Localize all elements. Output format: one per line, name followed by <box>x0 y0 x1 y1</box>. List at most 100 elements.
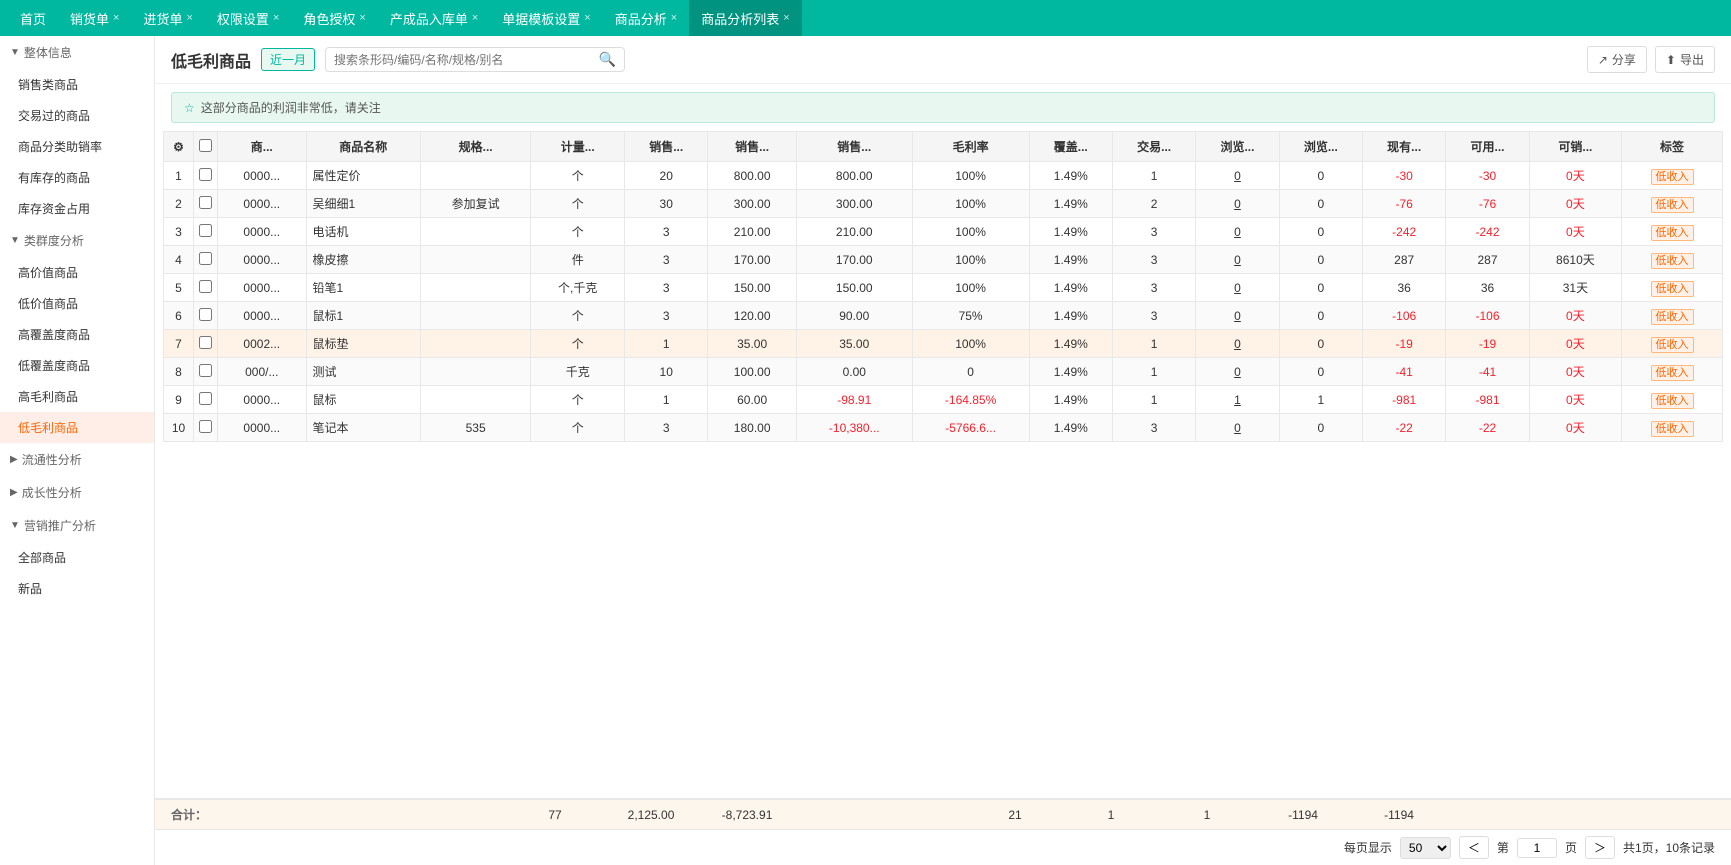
row-browse1[interactable]: 0 <box>1196 274 1279 302</box>
row-name: 橡皮擦 <box>306 246 420 274</box>
sidebar-item-low-margin[interactable]: 低毛利商品 <box>0 412 154 443</box>
row-browse2: 0 <box>1279 246 1362 274</box>
nav-home[interactable]: 首页 <box>8 0 58 36</box>
close-icon[interactable]: × <box>472 12 478 24</box>
row-checkbox-cell[interactable] <box>194 162 218 190</box>
row-checkbox-cell[interactable] <box>194 190 218 218</box>
sidebar-item-sales-goods[interactable]: 销售类商品 <box>0 69 154 100</box>
row-sales-qty: 3 <box>625 302 708 330</box>
row-checkbox-cell[interactable] <box>194 218 218 246</box>
row-browse1[interactable]: 0 <box>1196 246 1279 274</box>
sidebar-item-high-margin[interactable]: 高毛利商品 <box>0 381 154 412</box>
row-sales-profit: -10,380... <box>796 414 912 442</box>
prev-page-button[interactable]: ＜ <box>1459 836 1489 859</box>
close-icon[interactable]: × <box>273 12 279 24</box>
col-sales-profit: 销售... <box>796 132 912 162</box>
search-icon[interactable]: 🔍 <box>599 51 616 68</box>
col-settings[interactable]: ⚙ <box>164 132 194 162</box>
low-income-tag: 低收入 <box>1651 169 1694 185</box>
close-icon[interactable]: × <box>671 12 677 24</box>
row-sales-price: 210.00 <box>708 218 797 246</box>
sidebar-group-marketing[interactable]: ▼ 营销推广分析 <box>0 509 154 542</box>
chevron-right-icon: ▶ <box>10 487 18 498</box>
nav-template-settings[interactable]: 单据模板设置 × <box>490 0 602 36</box>
row-current-stock: -981 <box>1363 386 1446 414</box>
row-checkbox[interactable] <box>199 392 212 405</box>
row-browse1[interactable]: 0 <box>1196 414 1279 442</box>
row-checkbox-cell[interactable] <box>194 414 218 442</box>
sidebar-item-traded-goods[interactable]: 交易过的商品 <box>0 100 154 131</box>
sidebar-item-category-rate[interactable]: 商品分类助销率 <box>0 131 154 162</box>
sidebar-item-low-coverage[interactable]: 低覆盖度商品 <box>0 350 154 381</box>
nav-role-auth[interactable]: 角色授权 × <box>291 0 377 36</box>
row-checkbox[interactable] <box>199 280 212 293</box>
row-no: 4 <box>164 246 194 274</box>
close-icon[interactable]: × <box>783 12 789 24</box>
row-checkbox[interactable] <box>199 168 212 181</box>
row-checkbox[interactable] <box>199 308 212 321</box>
nav-product-analysis[interactable]: 商品分析 × <box>603 0 689 36</box>
search-box[interactable]: 🔍 <box>325 47 625 72</box>
row-current-stock: 36 <box>1363 274 1446 302</box>
row-transaction: 1 <box>1112 330 1195 358</box>
row-checkbox-cell[interactable] <box>194 386 218 414</box>
row-no: 3 <box>164 218 194 246</box>
row-transaction: 1 <box>1112 358 1195 386</box>
low-income-tag: 低收入 <box>1651 197 1694 213</box>
row-no: 7 <box>164 330 194 358</box>
sidebar-group-overall[interactable]: ▼ 整体信息 <box>0 36 154 69</box>
nav-sales-order[interactable]: 销货单 × <box>58 0 131 36</box>
sidebar-group-circulation[interactable]: ▶ 流通性分析 <box>0 443 154 476</box>
nav-purchase-order[interactable]: 进货单 × <box>131 0 204 36</box>
sidebar-item-new-goods[interactable]: 新品 <box>0 573 154 604</box>
row-no: 5 <box>164 274 194 302</box>
sidebar-item-low-value[interactable]: 低价值商品 <box>0 288 154 319</box>
nav-product-instock[interactable]: 产成品入库单 × <box>378 0 490 36</box>
row-browse1[interactable]: 1 <box>1196 386 1279 414</box>
time-filter-button[interactable]: 近一月 <box>261 48 315 71</box>
next-page-button[interactable]: ＞ <box>1585 836 1615 859</box>
nav-permission-settings[interactable]: 权限设置 × <box>205 0 291 36</box>
row-checkbox-cell[interactable] <box>194 302 218 330</box>
page-size-select[interactable]: 50 100 200 <box>1400 837 1451 859</box>
close-icon[interactable]: × <box>584 12 590 24</box>
search-input[interactable] <box>334 53 599 67</box>
row-browse1[interactable]: 0 <box>1196 218 1279 246</box>
sidebar-item-high-value[interactable]: 高价值商品 <box>0 257 154 288</box>
row-browse1[interactable]: 0 <box>1196 190 1279 218</box>
sidebar-item-high-coverage[interactable]: 高覆盖度商品 <box>0 319 154 350</box>
row-checkbox[interactable] <box>199 252 212 265</box>
close-icon[interactable]: × <box>186 12 192 24</box>
row-checkbox[interactable] <box>199 336 212 349</box>
data-table: ⚙ 商... 商品名称 规格... 计量... 销售... 销售... 销售..… <box>163 131 1723 442</box>
row-checkbox[interactable] <box>199 420 212 433</box>
row-checkbox-cell[interactable] <box>194 246 218 274</box>
row-checkbox[interactable] <box>199 196 212 209</box>
row-checkbox[interactable] <box>199 364 212 377</box>
export-button[interactable]: ⬆ 导出 <box>1655 46 1715 73</box>
col-tag: 标签 <box>1622 132 1723 162</box>
row-checkbox-cell[interactable] <box>194 274 218 302</box>
row-checkbox-cell[interactable] <box>194 358 218 386</box>
row-browse1[interactable]: 0 <box>1196 358 1279 386</box>
sidebar-item-all-goods[interactable]: 全部商品 <box>0 542 154 573</box>
page-number-input[interactable] <box>1517 838 1557 858</box>
row-browse1[interactable]: 0 <box>1196 162 1279 190</box>
sidebar-item-stock-capital[interactable]: 库存资金占用 <box>0 193 154 224</box>
row-checkbox[interactable] <box>199 224 212 237</box>
row-browse1[interactable]: 0 <box>1196 302 1279 330</box>
row-checkbox-cell[interactable] <box>194 330 218 358</box>
row-name: 电话机 <box>306 218 420 246</box>
share-button[interactable]: ↗ 分享 <box>1587 46 1647 73</box>
row-no: 6 <box>164 302 194 330</box>
col-checkbox[interactable] <box>194 132 218 162</box>
nav-product-analysis-list[interactable]: 商品分析列表 × <box>689 0 801 36</box>
select-all-checkbox[interactable] <box>199 139 212 152</box>
sidebar-group-growth[interactable]: ▶ 成长性分析 <box>0 476 154 509</box>
row-browse1[interactable]: 0 <box>1196 330 1279 358</box>
sidebar-item-stock-goods[interactable]: 有库存的商品 <box>0 162 154 193</box>
sidebar-group-cluster[interactable]: ▼ 类群度分析 <box>0 224 154 257</box>
row-sales-profit: 210.00 <box>796 218 912 246</box>
close-icon[interactable]: × <box>359 12 365 24</box>
close-icon[interactable]: × <box>113 12 119 24</box>
